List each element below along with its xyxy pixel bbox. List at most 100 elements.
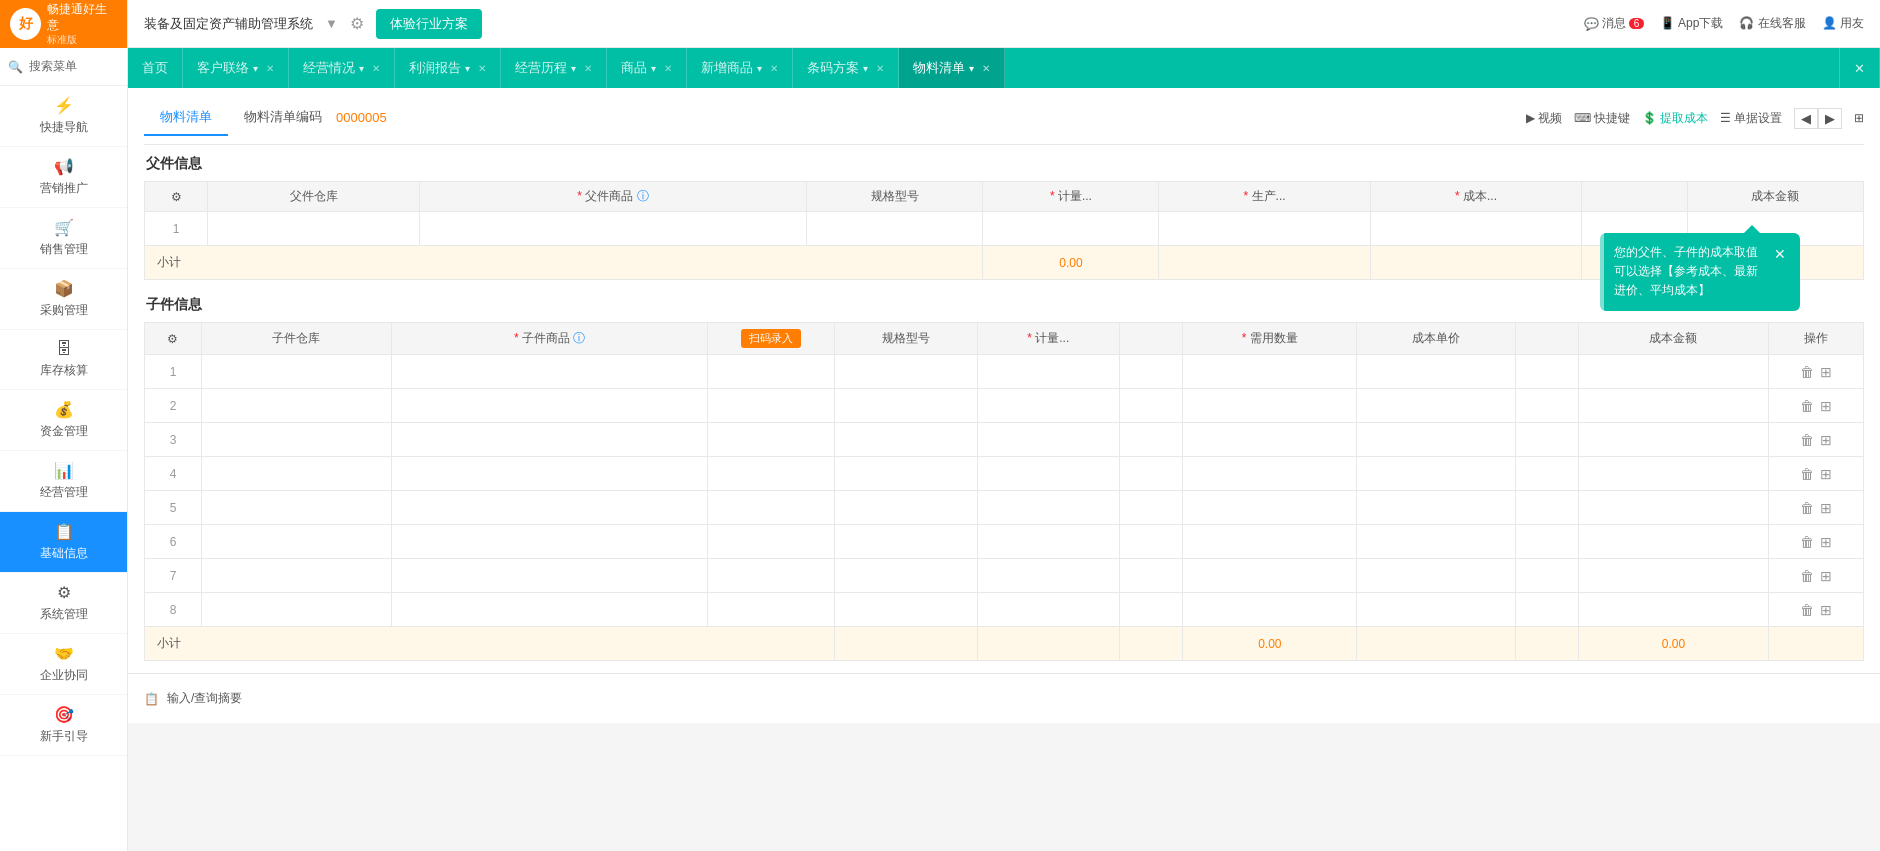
child-subtotal-label: 小计 — [145, 627, 835, 661]
topbar-right: 💬 消息 6 📱 App下载 🎧 在线客服 👤 用友 — [1584, 15, 1864, 32]
gear-settings-icon[interactable]: ⚙ — [350, 14, 364, 33]
parent-product-cell[interactable] — [419, 212, 806, 246]
single-settings-btn[interactable]: ☰ 单据设置 — [1720, 110, 1782, 127]
single-settings-label: 单据设置 — [1734, 110, 1782, 127]
parent-qty-cell[interactable] — [983, 212, 1159, 246]
sub-tab-bom-code[interactable]: 物料清单编码 0000005 — [228, 100, 403, 136]
operations-close-icon[interactable]: ✕ — [372, 63, 380, 74]
sidebar-item-search[interactable]: 🔍 搜索菜单 — [0, 48, 127, 86]
grid-view-btn[interactable]: ⊞ — [1854, 111, 1864, 125]
delete-icon[interactable]: 🗑 — [1800, 534, 1814, 550]
parent-col-product: * 父件商品 ⓘ — [419, 182, 806, 212]
profit-close-icon[interactable]: ✕ — [478, 63, 486, 74]
nav-tab-barcode[interactable]: 条码方案 ▾ ✕ — [793, 48, 899, 88]
nav-tab-new-product[interactable]: 新增商品 ▾ ✕ — [687, 48, 793, 88]
tooltip-close-btn[interactable]: ✕ — [1774, 243, 1786, 265]
delete-icon[interactable]: 🗑 — [1800, 602, 1814, 618]
bom-arrow-icon: ▾ — [969, 63, 974, 74]
child-product-info-icon[interactable]: ⓘ — [573, 331, 585, 345]
nav-tab-operations[interactable]: 经营情况 ▾ ✕ — [289, 48, 395, 88]
delete-icon[interactable]: 🗑 — [1800, 466, 1814, 482]
operations-icon: 📊 — [54, 461, 74, 480]
child-row1-spec[interactable] — [835, 355, 977, 389]
child-row1-warehouse[interactable] — [201, 355, 391, 389]
sidebar-item-purchase[interactable]: 📦 采购管理 — [0, 269, 127, 330]
delete-icon[interactable]: 🗑 — [1800, 568, 1814, 584]
child-row1-qty-unit[interactable] — [977, 355, 1119, 389]
barcode-close-icon[interactable]: ✕ — [876, 63, 884, 74]
table-row: 6 🗑⊞ — [145, 525, 1864, 559]
sidebar-item-guide[interactable]: 🎯 新手引导 — [0, 695, 127, 756]
app-download-btn[interactable]: 📱 App下载 — [1660, 15, 1723, 32]
delete-icon[interactable]: 🗑 — [1800, 364, 1814, 380]
copy-icon[interactable]: ⊞ — [1820, 398, 1832, 414]
child-gear-icon: ⚙ — [167, 332, 178, 346]
copy-icon[interactable]: ⊞ — [1820, 500, 1832, 516]
next-btn[interactable]: ▶ — [1818, 108, 1842, 129]
customer-arrow-icon: ▾ — [253, 63, 258, 74]
table-row: 8 🗑⊞ — [145, 593, 1864, 627]
scan-input-btn[interactable]: 扫码录入 — [741, 329, 801, 348]
parent-spec-cell[interactable] — [807, 212, 983, 246]
parent-production-cell[interactable] — [1159, 212, 1370, 246]
nav-tab-bom[interactable]: 物料清单 ▾ ✕ — [899, 48, 1005, 88]
shortcut-btn[interactable]: ⌨ 快捷键 — [1574, 110, 1630, 127]
extract-cost-btn[interactable]: 💲 提取成本 — [1642, 110, 1708, 127]
history-arrow-icon: ▾ — [571, 63, 576, 74]
sidebar-item-quicknav[interactable]: ⚡ 快捷导航 — [0, 86, 127, 147]
message-btn[interactable]: 💬 消息 6 — [1584, 15, 1645, 32]
nav-tab-profit[interactable]: 利润报告 ▾ ✕ — [395, 48, 501, 88]
nav-controls: ◀ ▶ — [1794, 108, 1842, 129]
delete-icon[interactable]: 🗑 — [1800, 398, 1814, 414]
bom-close-icon[interactable]: ✕ — [982, 63, 990, 74]
nav-tab-history[interactable]: 经营历程 ▾ ✕ — [501, 48, 607, 88]
copy-icon[interactable]: ⊞ — [1820, 568, 1832, 584]
marketing-label: 营销推广 — [40, 180, 88, 197]
history-close-icon[interactable]: ✕ — [584, 63, 592, 74]
sidebar-item-sales[interactable]: 🛒 销售管理 — [0, 208, 127, 269]
table-row: 3 🗑⊞ — [145, 423, 1864, 457]
online-service-btn[interactable]: 🎧 在线客服 — [1739, 15, 1805, 32]
child-row1-cost-amount[interactable] — [1579, 355, 1769, 389]
delete-icon[interactable]: 🗑 — [1800, 500, 1814, 516]
sidebar-item-inventory[interactable]: 🗄 库存核算 — [0, 330, 127, 390]
product-close-icon[interactable]: ✕ — [664, 63, 672, 74]
sidebar-item-collab[interactable]: 🤝 企业协同 — [0, 634, 127, 695]
child-row1-unit-cost[interactable] — [1357, 355, 1515, 389]
customer-close-icon[interactable]: ✕ — [266, 63, 274, 74]
guide-icon: 🎯 — [54, 705, 74, 724]
sidebar-item-system[interactable]: ⚙ 系统管理 — [0, 573, 127, 634]
sub-tab-bom-list[interactable]: 物料清单 — [144, 100, 228, 136]
parent-warehouse-cell[interactable] — [208, 212, 419, 246]
copy-icon[interactable]: ⊞ — [1820, 534, 1832, 550]
sidebar-item-marketing[interactable]: 📢 营销推广 — [0, 147, 127, 208]
sidebar-item-operations[interactable]: 📊 经营管理 — [0, 451, 127, 512]
parent-cost-cell[interactable] — [1370, 212, 1581, 246]
nav-close-all[interactable]: ✕ — [1839, 48, 1880, 88]
parent-subtotal-qty: 0.00 — [983, 246, 1159, 280]
copy-icon[interactable]: ⊞ — [1820, 602, 1832, 618]
shortcut-label: 快捷键 — [1594, 110, 1630, 127]
child-row1-product[interactable] — [391, 355, 708, 389]
delete-icon[interactable]: 🗑 — [1800, 432, 1814, 448]
experience-btn[interactable]: 体验行业方案 — [376, 9, 482, 39]
nav-tab-customer[interactable]: 客户联络 ▾ ✕ — [183, 48, 289, 88]
child-col-required-qty: * 需用数量 — [1183, 323, 1357, 355]
basic-icon: 📋 — [54, 522, 74, 541]
nav-tabs: 首页 客户联络 ▾ ✕ 经营情况 ▾ ✕ 利润报告 ▾ ✕ 经营历程 ▾ ✕ 商… — [128, 48, 1880, 88]
prev-btn[interactable]: ◀ — [1794, 108, 1818, 129]
dropdown-arrow-icon[interactable]: ▼ — [325, 16, 338, 31]
nav-tab-home[interactable]: 首页 — [128, 48, 183, 88]
sidebar-item-basic[interactable]: 📋 基础信息 — [0, 512, 127, 573]
app-subtitle: 标准版 — [47, 33, 117, 46]
parent-product-info-icon[interactable]: ⓘ — [637, 189, 649, 203]
copy-icon[interactable]: ⊞ — [1820, 432, 1832, 448]
child-row1-req-qty[interactable] — [1183, 355, 1357, 389]
copy-icon[interactable]: ⊞ — [1820, 364, 1832, 380]
new-product-close-icon[interactable]: ✕ — [770, 63, 778, 74]
sidebar-item-finance[interactable]: 💰 资金管理 — [0, 390, 127, 451]
user-avatar[interactable]: 👤 用友 — [1822, 15, 1864, 32]
video-btn[interactable]: ▶ 视频 — [1526, 110, 1562, 127]
nav-tab-product[interactable]: 商品 ▾ ✕ — [607, 48, 687, 88]
copy-icon[interactable]: ⊞ — [1820, 466, 1832, 482]
